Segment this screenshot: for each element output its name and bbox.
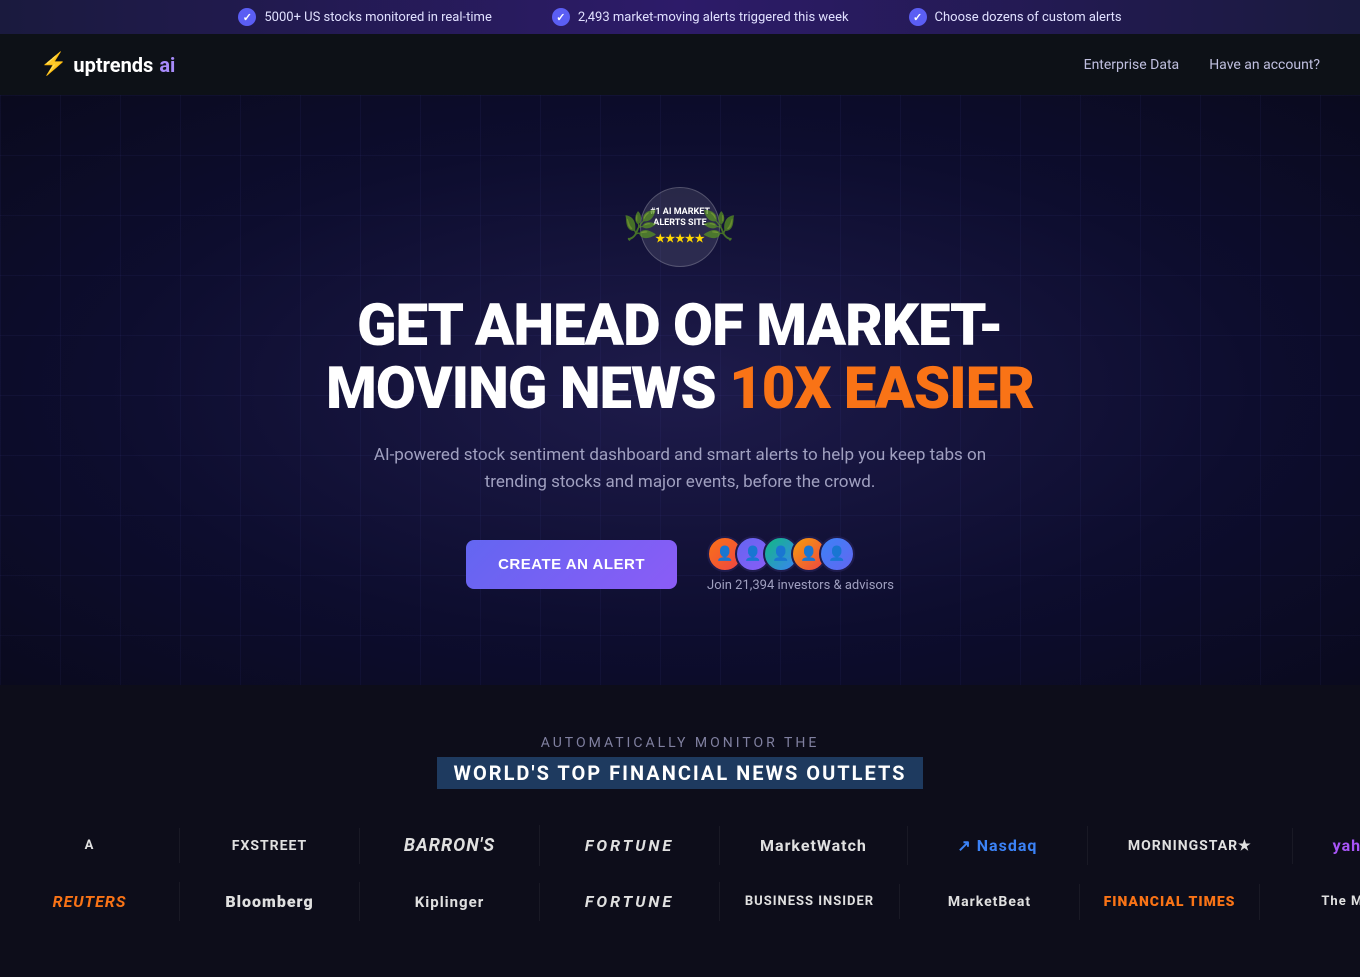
banner-item-2: 2,493 market-moving alerts triggered thi… xyxy=(552,8,849,26)
nav-links: Enterprise Data Have an account? xyxy=(1084,57,1320,73)
award-badge-inner: #1 AI MARKET ALERTS SITE ★★★★★ xyxy=(640,187,720,267)
banner-item-1: 5000+ US stocks monitored in real-time xyxy=(238,8,491,26)
outlet-investor-a: A xyxy=(0,828,180,863)
outlet-kiplinger: Kiplinger xyxy=(360,883,540,921)
award-line1: #1 AI MARKET xyxy=(650,207,710,219)
top-banner: 5000+ US stocks monitored in real-time 2… xyxy=(0,0,1360,34)
check-icon-2 xyxy=(552,8,570,26)
award-stars: ★★★★★ xyxy=(655,232,704,246)
outlets-row-1-container: A FXSTREET BARRON'S FORTUNE MarketWatch … xyxy=(0,825,1360,882)
outlets-heading: AUTOMATICALLY MONITOR THE WORLD'S TOP FI… xyxy=(0,735,1360,789)
outlet-reuters: REUTERS xyxy=(0,882,180,921)
hero-cta-row: CREATE AN ALERT 👤 👤 👤 👤 👤 Join 21,394 in… xyxy=(466,536,894,593)
avatars-row: 👤 👤 👤 👤 👤 xyxy=(707,536,855,572)
hero-title-part1: GET AHEAD OF MARKET- xyxy=(357,292,1003,360)
navigation: ⚡ uptrends ai Enterprise Data Have an ac… xyxy=(0,34,1360,95)
outlet-the-m: The M... xyxy=(1260,884,1360,919)
hero-subtitle: AI-powered stock sentiment dashboard and… xyxy=(360,442,1000,496)
outlet-barrons: BARRON'S xyxy=(360,825,540,866)
outlets-heading-main: WORLD'S TOP FINANCIAL NEWS OUTLETS xyxy=(437,757,922,789)
banner-text-2: 2,493 market-moving alerts triggered thi… xyxy=(578,10,849,25)
outlet-fxstreet: FXSTREET xyxy=(180,828,360,864)
outlet-fortune: FORTUNE xyxy=(540,826,720,865)
hero-title-part2: MOVING NEWS xyxy=(326,355,729,423)
hero-title: GET AHEAD OF MARKET- MOVING NEWS 10X EAS… xyxy=(326,295,1034,423)
logo-text: uptrends xyxy=(73,53,153,77)
nav-account[interactable]: Have an account? xyxy=(1209,57,1320,73)
create-alert-button[interactable]: CREATE AN ALERT xyxy=(466,540,677,589)
avatar-5: 👤 xyxy=(819,536,855,572)
check-icon-1 xyxy=(238,8,256,26)
award-badge: #1 AI MARKET ALERTS SITE ★★★★★ xyxy=(640,187,720,267)
outlet-bloomberg: Bloomberg xyxy=(180,882,360,921)
logo-ai-text: ai xyxy=(159,53,175,77)
check-icon-3 xyxy=(909,8,927,26)
outlets-row-2: REUTERS Bloomberg Kiplinger FORTUNE BUSI… xyxy=(0,882,1360,921)
outlet-marketwatch: MarketWatch xyxy=(720,826,908,865)
outlets-section: AUTOMATICALLY MONITOR THE WORLD'S TOP FI… xyxy=(0,685,1360,977)
hero-title-highlight: 10X EASIER xyxy=(729,355,1034,423)
logo-icon: ⚡ xyxy=(40,52,67,77)
outlet-yahoo: yahoo! finance xyxy=(1293,826,1360,865)
outlet-fortune-2: FORTUNE xyxy=(540,882,720,921)
outlet-morningstar: MORNINGSTAR★ xyxy=(1088,828,1293,864)
social-proof-text: Join 21,394 investors & advisors xyxy=(707,578,894,593)
banner-text-3: Choose dozens of custom alerts xyxy=(935,10,1122,25)
outlets-row-2-container: REUTERS Bloomberg Kiplinger FORTUNE BUSI… xyxy=(0,882,1360,937)
outlet-marketbeat: MarketBeat xyxy=(900,884,1080,920)
hero-section: #1 AI MARKET ALERTS SITE ★★★★★ GET AHEAD… xyxy=(0,95,1360,685)
award-line2: ALERTS SITE xyxy=(653,218,706,230)
social-proof: 👤 👤 👤 👤 👤 Join 21,394 investors & adviso… xyxy=(707,536,894,593)
nav-enterprise[interactable]: Enterprise Data xyxy=(1084,57,1180,73)
outlet-nasdaq: ↗ Nasdaq xyxy=(908,826,1088,865)
logo[interactable]: ⚡ uptrends ai xyxy=(40,52,175,77)
banner-text-1: 5000+ US stocks monitored in real-time xyxy=(264,10,491,25)
banner-item-3: Choose dozens of custom alerts xyxy=(909,8,1122,26)
outlet-business-insider: BUSINESS INSIDER xyxy=(720,884,900,919)
outlet-financial-times: FINANCIAL TIMES xyxy=(1080,884,1260,920)
outlets-heading-top: AUTOMATICALLY MONITOR THE xyxy=(0,735,1360,751)
outlets-row-1: A FXSTREET BARRON'S FORTUNE MarketWatch … xyxy=(0,825,1360,866)
